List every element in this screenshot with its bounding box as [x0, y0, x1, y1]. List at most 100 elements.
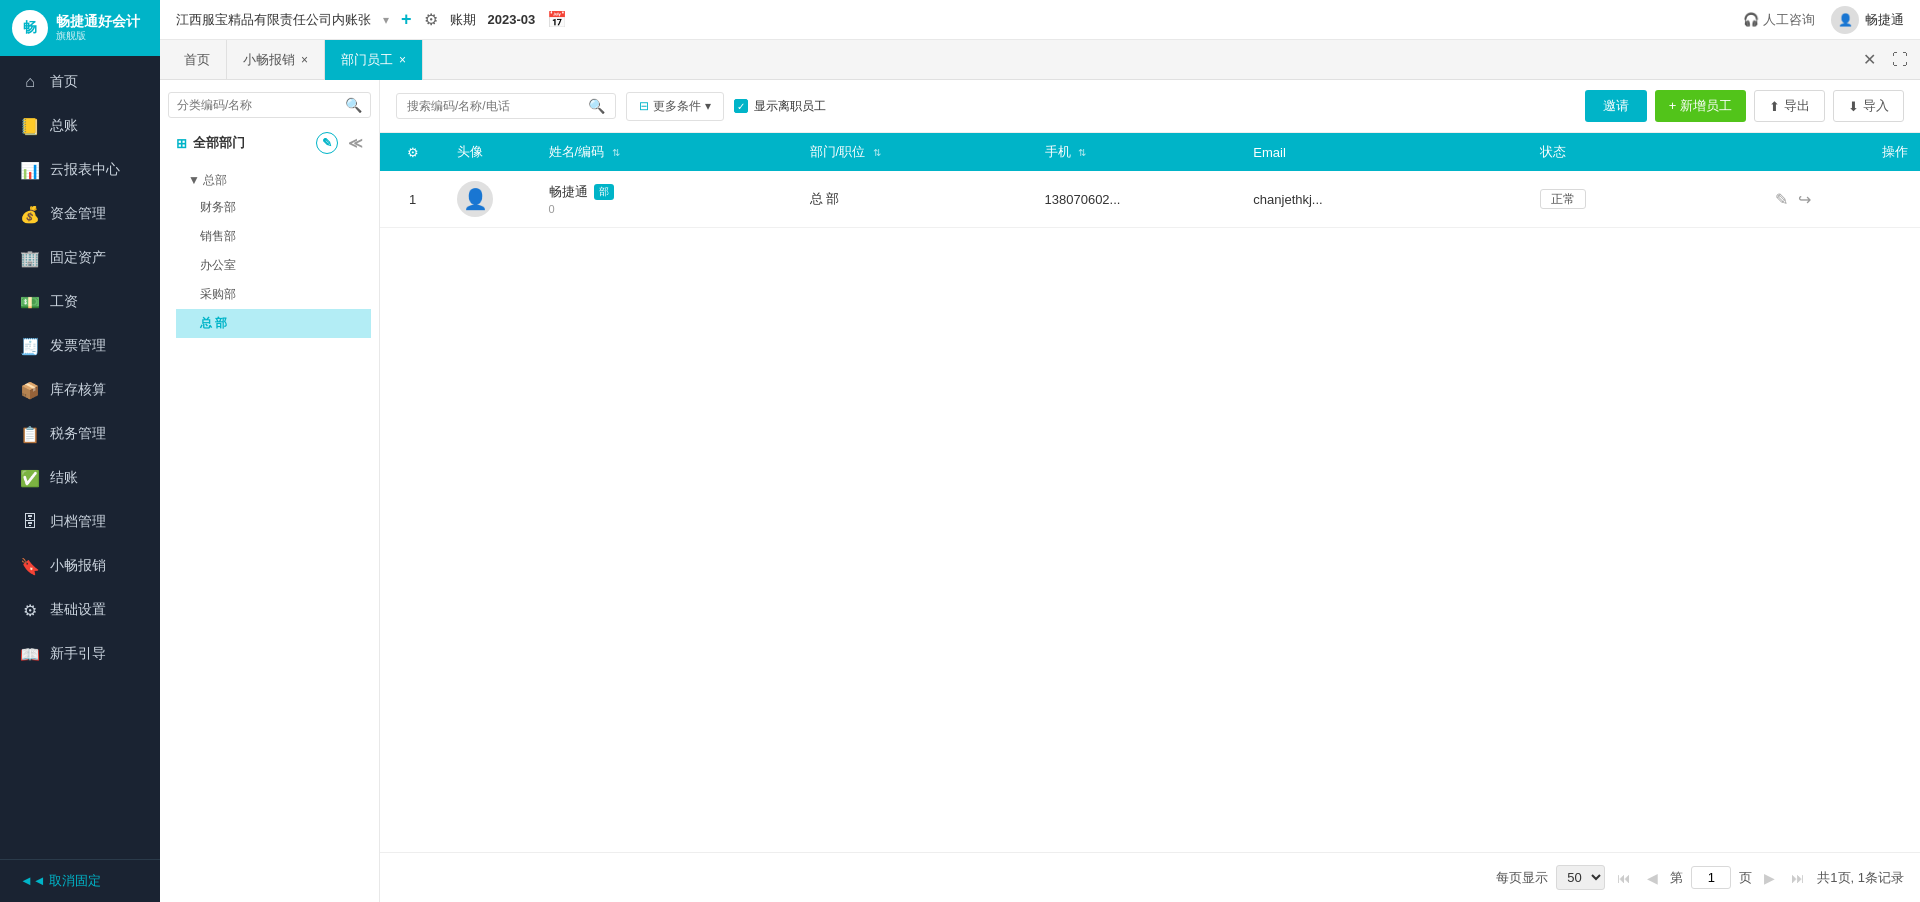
export-label: 导出: [1784, 97, 1810, 115]
tabs-actions: ✕ ⛶: [1859, 46, 1912, 73]
dept-item-sales[interactable]: 销售部: [176, 222, 371, 251]
col-settings[interactable]: ⚙: [380, 133, 445, 171]
employee-search-icon[interactable]: 🔍: [588, 98, 605, 114]
tab-dept-close[interactable]: ×: [399, 53, 406, 67]
sidebar-item-home[interactable]: ⌂ 首页: [0, 60, 160, 104]
sidebar-item-inventory[interactable]: 📦 库存核算: [0, 368, 160, 412]
tab-dept-staff[interactable]: 部门员工 ×: [325, 40, 423, 80]
add-employee-button[interactable]: + 新增员工: [1655, 90, 1746, 122]
first-page-button[interactable]: ⏮: [1613, 868, 1635, 888]
ledger-icon: 📒: [20, 116, 40, 136]
grid-icon: ⊞: [176, 136, 187, 151]
import-label: 导入: [1863, 97, 1889, 115]
row-phone: 138070602...: [1033, 171, 1242, 228]
sidebar-item-label: 工资: [50, 293, 78, 311]
dept-collapse-icon[interactable]: ≪: [348, 135, 363, 151]
add-company-button[interactable]: +: [401, 9, 412, 30]
sidebar-item-label: 资金管理: [50, 205, 106, 223]
all-dept-label: 全部部门: [193, 134, 245, 152]
user-menu[interactable]: 👤 畅捷通: [1831, 6, 1904, 34]
dept-edit-button[interactable]: ✎: [316, 132, 338, 154]
show-resigned-checkbox[interactable]: ✓: [734, 99, 748, 113]
next-page-button[interactable]: ▶: [1760, 868, 1779, 888]
sidebar-item-label: 结账: [50, 469, 78, 487]
help-button[interactable]: 🎧 人工咨询: [1743, 11, 1815, 29]
sidebar-item-label: 新手引导: [50, 645, 106, 663]
logo-title: 畅捷通好会计: [56, 13, 140, 30]
page-input[interactable]: [1691, 866, 1731, 889]
avatar: 👤: [1831, 6, 1859, 34]
phone-sort-icon: ⇅: [1078, 147, 1086, 158]
dept-item-headquarters[interactable]: 总 部: [176, 309, 371, 338]
export-button[interactable]: ⬆ 导出: [1754, 90, 1825, 122]
tab-expense[interactable]: 小畅报销 ×: [227, 40, 325, 80]
sidebar-item-settle[interactable]: ✅ 结账: [0, 456, 160, 500]
sidebar-item-label: 总账: [50, 117, 78, 135]
edit-icon[interactable]: ✎: [1775, 190, 1788, 209]
sidebar-item-archive[interactable]: 🗄 归档管理: [0, 500, 160, 544]
archive-icon: 🗄: [20, 512, 40, 532]
all-dept-header[interactable]: ⊞ 全部部门 ✎ ≪: [168, 126, 371, 160]
inventory-icon: 📦: [20, 380, 40, 400]
tab-expand-button[interactable]: ⛶: [1888, 46, 1912, 73]
col-action: 操作: [1763, 133, 1920, 171]
sidebar-item-tax[interactable]: 📋 税务管理: [0, 412, 160, 456]
sidebar-item-reports[interactable]: 📊 云报表中心: [0, 148, 160, 192]
col-name[interactable]: 姓名/编码 ⇅: [537, 133, 798, 171]
tab-close-button[interactable]: ✕: [1859, 46, 1880, 73]
tab-expense-close[interactable]: ×: [301, 53, 308, 67]
sidebar-item-ledger[interactable]: 📒 总账: [0, 104, 160, 148]
sidebar-pin-toggle[interactable]: ◄◄ 取消固定: [0, 859, 160, 902]
invite-button[interactable]: 邀请: [1585, 90, 1647, 122]
tab-dept-label: 部门员工: [341, 51, 393, 69]
sidebar-item-expense[interactable]: 🔖 小畅报销: [0, 544, 160, 588]
col-dept[interactable]: 部门/职位 ⇅: [798, 133, 1033, 171]
company-dropdown-icon[interactable]: ▾: [383, 13, 389, 27]
headset-icon: 🎧: [1743, 12, 1759, 27]
employee-code: 0: [549, 203, 786, 215]
settings-gear-icon[interactable]: ⚙: [424, 10, 438, 29]
dept-root-label[interactable]: ▼ 总部: [176, 168, 371, 193]
pagination: 每页显示 50 ⏮ ◀ 第 页 ▶ ⏭ 共1页, 1条记录: [380, 852, 1920, 902]
row-status: 正常: [1528, 171, 1763, 228]
tab-home[interactable]: 首页: [168, 40, 227, 80]
dept-item-office[interactable]: 办公室: [176, 251, 371, 280]
sidebar-item-capital[interactable]: 💰 资金管理: [0, 192, 160, 236]
last-page-button[interactable]: ⏭: [1787, 868, 1809, 888]
import-button[interactable]: ⬇ 导入: [1833, 90, 1904, 122]
salary-icon: 💵: [20, 292, 40, 312]
filter-dropdown-icon: ▾: [705, 99, 711, 113]
filter-button[interactable]: ⊟ 更多条件 ▾: [626, 92, 724, 121]
logo-sub: 旗舰版: [56, 29, 140, 43]
toolbar-right: 邀请 + 新增员工 ⬆ 导出 ⬇ 导入: [1585, 90, 1904, 122]
col-phone[interactable]: 手机 ⇅: [1033, 133, 1242, 171]
sidebar-item-settings[interactable]: ⚙ 基础设置: [0, 588, 160, 632]
employee-search-input[interactable]: [407, 99, 582, 113]
dept-item-purchase[interactable]: 采购部: [176, 280, 371, 309]
dept-tree: ▼ 总部 财务部 销售部 办公室 采购部 总 部: [168, 168, 371, 338]
calendar-icon[interactable]: 📅: [547, 10, 567, 29]
period-label: 账期: [450, 11, 476, 29]
capital-icon: 💰: [20, 204, 40, 224]
row-dept: 总 部: [798, 171, 1033, 228]
sidebar-item-assets[interactable]: 🏢 固定资产: [0, 236, 160, 280]
page-size-select[interactable]: 50: [1556, 865, 1605, 890]
prev-page-button[interactable]: ◀: [1643, 868, 1662, 888]
left-panel: 🔍 ⊞ 全部部门 ✎ ≪ ▼ 总部 财务部 销售部 办公室 采购部 总 部: [160, 80, 380, 902]
sidebar-item-label: 归档管理: [50, 513, 106, 531]
dept-search-box: 🔍: [168, 92, 371, 118]
dept-search-icon[interactable]: 🔍: [345, 97, 362, 113]
sidebar-item-salary[interactable]: 💵 工资: [0, 280, 160, 324]
dept-search-input[interactable]: [177, 98, 341, 112]
import-icon: ⬇: [1848, 99, 1859, 114]
tab-expense-label: 小畅报销: [243, 51, 295, 69]
sidebar-item-guide[interactable]: 📖 新手引导: [0, 632, 160, 676]
exit-icon[interactable]: ↪: [1798, 190, 1811, 209]
page-label: 页: [1739, 869, 1752, 887]
dept-item-finance[interactable]: 财务部: [176, 193, 371, 222]
status-badge: 正常: [1540, 189, 1586, 209]
col-email: Email: [1241, 133, 1528, 171]
page-no-label: 第: [1670, 869, 1683, 887]
sidebar-item-invoice[interactable]: 🧾 发票管理: [0, 324, 160, 368]
show-resigned-toggle[interactable]: ✓ 显示离职员工: [734, 98, 826, 115]
